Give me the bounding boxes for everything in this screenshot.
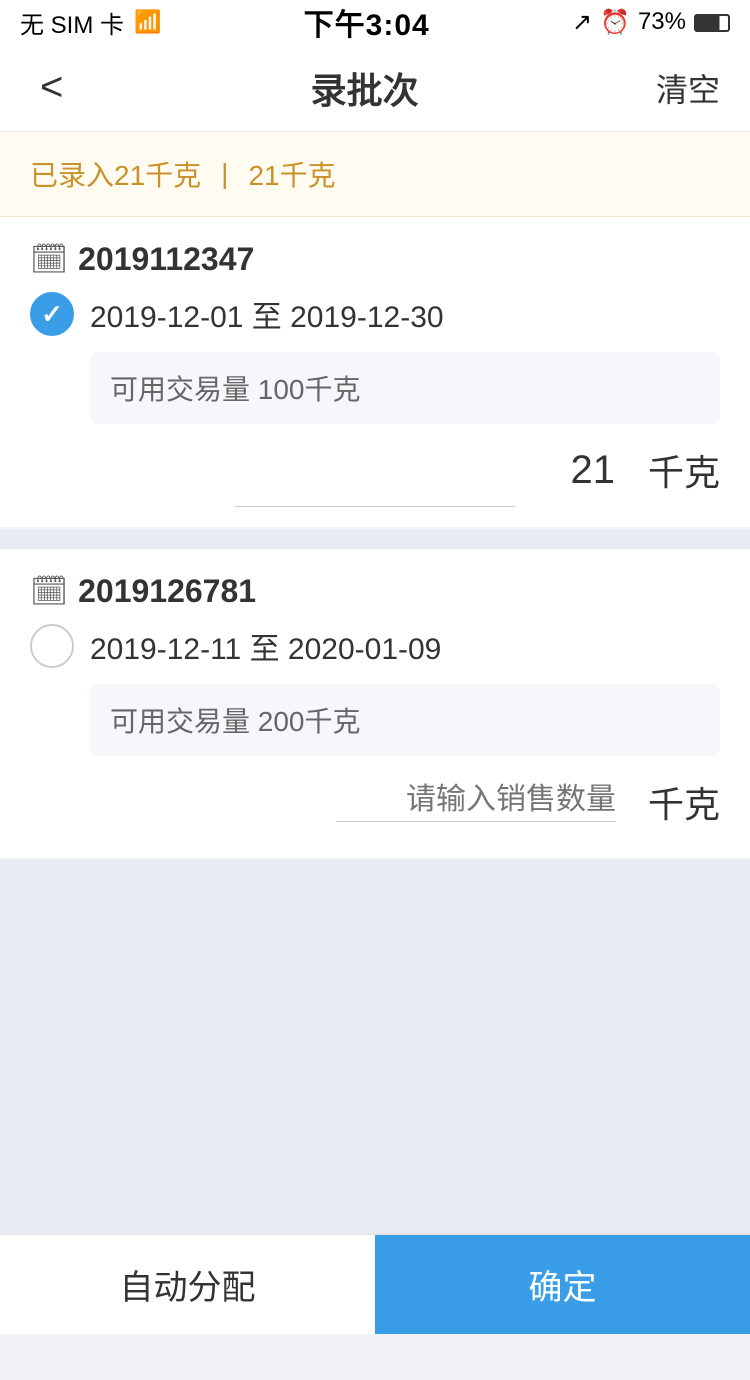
summary-label: 已录入21千克: [30, 154, 201, 194]
auto-distribute-button[interactable]: 自动分配: [0, 1235, 375, 1334]
status-left: 无 SIM 卡 📶: [20, 5, 161, 40]
batch-1-header: 🗓 2019112347: [30, 241, 720, 278]
section-divider-2: [0, 860, 750, 880]
wifi-icon: 📶: [134, 9, 161, 35]
batch-1-icon: 🗓: [30, 242, 68, 277]
footer: 自动分配 确定: [0, 1234, 750, 1334]
batch-2-radio[interactable]: [30, 624, 74, 668]
back-button[interactable]: <: [30, 55, 73, 120]
confirm-button[interactable]: 确定: [375, 1235, 750, 1334]
carrier-text: 无 SIM 卡: [20, 5, 124, 40]
batch-1-underline: [235, 506, 515, 507]
summary-divider: |: [221, 158, 228, 190]
batch-1-date-row[interactable]: 2019-12-01 至 2019-12-30: [30, 292, 720, 336]
status-time: 下午3:04: [304, 0, 430, 44]
summary-value: 21千克: [248, 154, 335, 194]
batch-2-input-underline: [336, 821, 616, 822]
batch-2-unit: 千克: [648, 776, 720, 828]
status-bar: 无 SIM 卡 📶 下午3:04 ↗ ⏰ 73%: [0, 0, 750, 44]
batch-2-qty-input[interactable]: [336, 783, 616, 817]
battery-icon: [694, 14, 730, 32]
batch-1-radio[interactable]: [30, 292, 74, 336]
alarm-icon: ⏰: [600, 8, 630, 37]
batch-1-id: 2019112347: [78, 241, 254, 278]
batch-item-1: 🗓 2019112347 2019-12-01 至 2019-12-30 可用交…: [0, 217, 750, 527]
batch-1-unit: 千克: [648, 444, 720, 496]
clear-button[interactable]: 清空: [656, 65, 720, 111]
batch-2-available: 可用交易量 200千克: [90, 684, 720, 756]
section-divider: [0, 529, 750, 549]
batch-1-date: 2019-12-01 至 2019-12-30: [90, 292, 444, 336]
batch-2-id: 2019126781: [78, 573, 256, 610]
status-right: ↗ ⏰ 73%: [572, 8, 730, 37]
batch-2-input-row[interactable]: 千克: [0, 756, 750, 838]
location-icon: ↗: [572, 8, 592, 37]
batch-1-available: 可用交易量 100千克: [90, 352, 720, 424]
batch-2-date-row[interactable]: 2019-12-11 至 2020-01-09: [30, 624, 720, 668]
batch-2-header: 🗓 2019126781: [30, 573, 720, 610]
summary-bar: 已录入21千克 | 21千克: [0, 132, 750, 217]
bottom-area: [0, 880, 750, 1280]
page-title: 录批次: [311, 62, 419, 114]
batch-2-input-wrapper[interactable]: [336, 783, 616, 822]
batch-1-qty-value[interactable]: 21: [570, 448, 615, 493]
batch-2-date: 2019-12-11 至 2020-01-09: [90, 624, 441, 668]
batch-2-bottom-pad: [0, 838, 750, 858]
batch-2-icon: 🗓: [30, 574, 68, 609]
batch-1-qty-row: 21 千克: [0, 424, 750, 506]
batch-item-2: 🗓 2019126781 2019-12-11 至 2020-01-09 可用交…: [0, 549, 750, 858]
battery-text: 73%: [638, 8, 686, 36]
nav-bar: < 录批次 清空: [0, 44, 750, 132]
